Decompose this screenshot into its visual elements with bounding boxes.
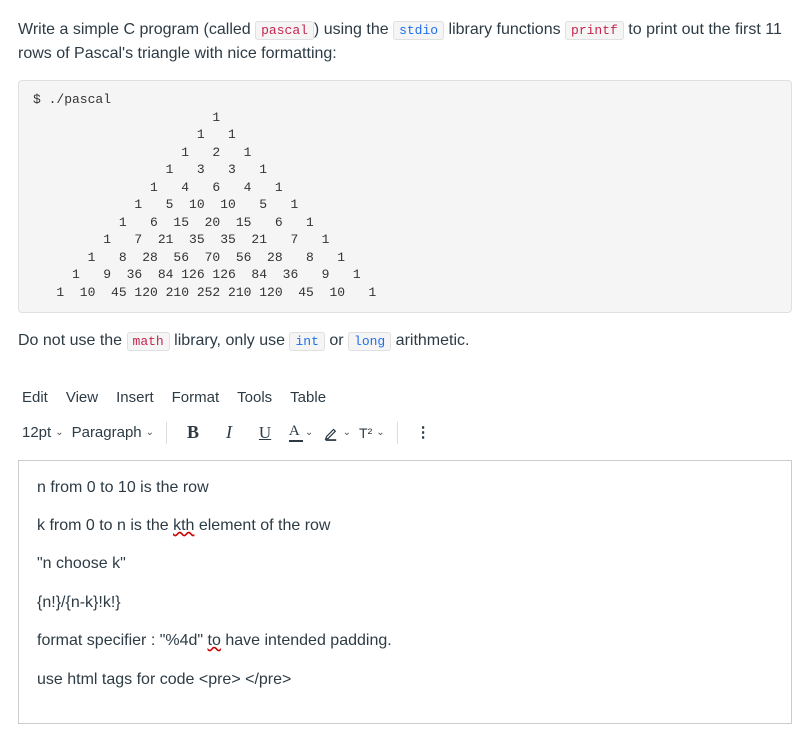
highlighter-icon (323, 423, 341, 443)
instruction-text: Do not use the math library, only use in… (18, 329, 792, 353)
chevron-down-icon: ⌄ (376, 427, 384, 438)
font-size-label: 12pt (22, 424, 51, 441)
superscript-button[interactable]: T² ⌄ (359, 425, 385, 441)
code-pascal: pascal (255, 21, 314, 40)
text: or (325, 332, 348, 349)
italic-button[interactable]: I (215, 420, 243, 446)
code-output-block: $ ./pascal 1 1 1 1 2 1 1 3 3 1 1 4 6 4 1… (18, 80, 792, 313)
text: format specifier : "%4d" (37, 632, 208, 649)
menu-tools[interactable]: Tools (237, 389, 272, 406)
code-stdio: stdio (393, 21, 444, 40)
underline-button[interactable]: U (251, 420, 279, 446)
chevron-down-icon: ⌄ (305, 427, 313, 438)
highlight-button[interactable]: ⌄ (323, 420, 351, 446)
chevron-down-icon: ⌄ (146, 427, 154, 438)
text-color-glyph: A (289, 423, 300, 439)
editor-content-area[interactable]: n from 0 to 10 is the row k from 0 to n … (18, 460, 792, 724)
editor-line: "n choose k" (37, 553, 773, 575)
editor-line: k from 0 to n is the kth element of the … (37, 515, 773, 537)
menu-table[interactable]: Table (290, 389, 326, 406)
code-printf: printf (565, 21, 624, 40)
spelling-error: kth (173, 517, 194, 534)
text: Do not use the (18, 332, 127, 349)
bold-button[interactable]: B (179, 420, 207, 446)
more-options-button[interactable]: ⋮ (410, 420, 438, 446)
text: library functions (444, 21, 565, 38)
menu-format[interactable]: Format (172, 389, 220, 406)
editor-line: {n!}/{n-k}!k!} (37, 592, 773, 614)
superscript-label: T² (359, 425, 372, 441)
text: k from 0 to n is the (37, 517, 173, 534)
code-long: long (348, 332, 391, 351)
block-type-dropdown[interactable]: Paragraph ⌄ (72, 424, 154, 441)
code-math: math (127, 332, 170, 351)
text: Write a simple C program (called (18, 21, 255, 38)
menu-edit[interactable]: Edit (22, 389, 48, 406)
question-text: Write a simple C program (called pascal)… (18, 18, 792, 66)
text: element of the row (194, 517, 330, 534)
spelling-error: to (208, 632, 221, 649)
text-color-bar (289, 440, 303, 442)
text: ) using the (314, 21, 393, 38)
editor-line: format specifier : "%4d" to have intende… (37, 630, 773, 652)
menu-insert[interactable]: Insert (116, 389, 154, 406)
chevron-down-icon: ⌄ (343, 427, 351, 438)
block-type-label: Paragraph (72, 424, 142, 441)
editor-line: use html tags for code <pre> </pre> (37, 669, 773, 691)
editor-toolbar: 12pt ⌄ Paragraph ⌄ B I U A ⌄ ⌄ T² ⌄ ⋮ (18, 416, 792, 460)
editor-menu-bar: Edit View Insert Format Tools Table (18, 383, 792, 416)
separator (166, 422, 167, 444)
text-color-button[interactable]: A ⌄ (287, 420, 315, 446)
text: have intended padding. (221, 632, 392, 649)
editor-line: n from 0 to 10 is the row (37, 477, 773, 499)
chevron-down-icon: ⌄ (55, 427, 63, 438)
font-size-dropdown[interactable]: 12pt ⌄ (22, 424, 64, 441)
menu-view[interactable]: View (66, 389, 98, 406)
text: arithmetic. (391, 332, 469, 349)
text: library, only use (170, 332, 290, 349)
separator (397, 422, 398, 444)
code-int: int (289, 332, 324, 351)
